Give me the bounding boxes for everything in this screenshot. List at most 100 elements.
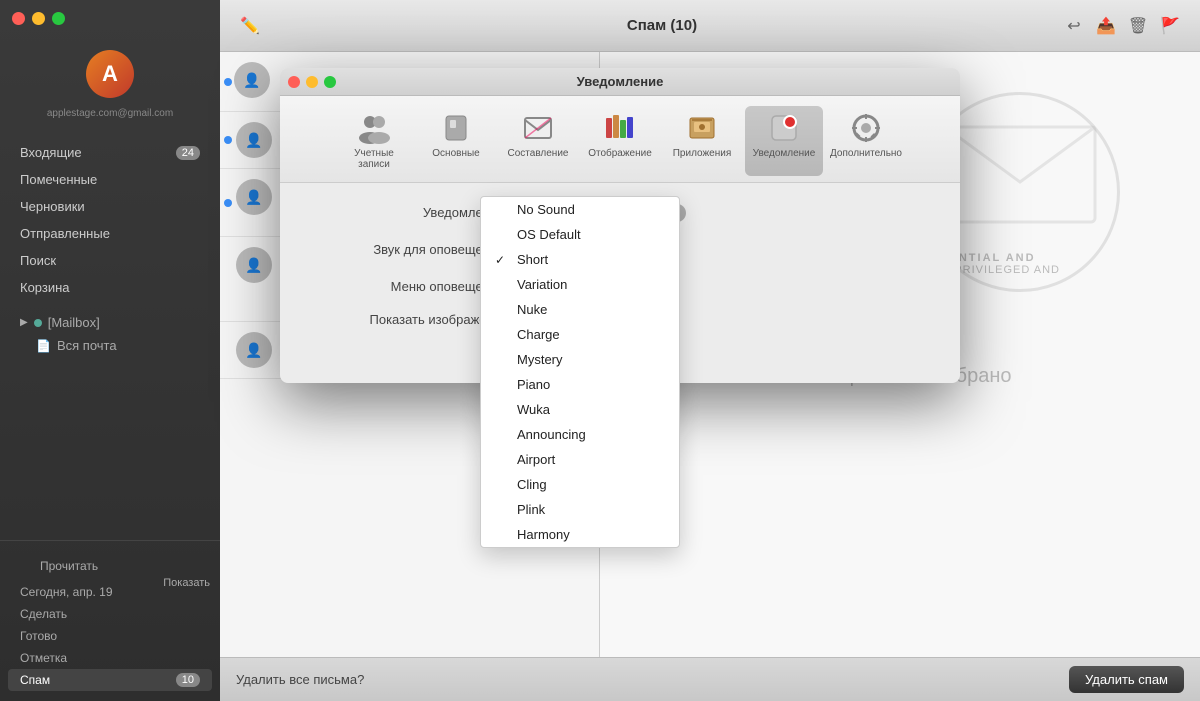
inbox-label: Входящие (20, 145, 82, 160)
tab-display[interactable]: Отображение (581, 106, 659, 176)
preferences-dialog: Уведомление Учетные записи (280, 68, 960, 383)
close-button[interactable] (12, 12, 25, 25)
delete-spam-button[interactable]: Удалить спам (1069, 666, 1184, 693)
prefs-toolbar: Учетные записи Основные Составление (280, 96, 960, 183)
dropdown-item-label: Wuka (517, 402, 550, 417)
dropdown-item-airport[interactable]: Airport (481, 447, 679, 472)
notifications-icon (768, 112, 800, 144)
mail-toolbar: ✏️ Спам (10) ↩ 📤 🗑 🚩 (220, 0, 1200, 52)
prefs-title: Уведомление (577, 74, 664, 89)
dropdown-item-wuka[interactable]: Wuka (481, 397, 679, 422)
make-item[interactable]: Сделать (0, 603, 220, 625)
tab-display-label: Отображение (588, 148, 652, 159)
dropdown-item-charge[interactable]: Charge (481, 322, 679, 347)
dropdown-item-label: Nuke (517, 302, 547, 317)
expand-arrow-icon: ▶ (20, 317, 28, 328)
ready-item[interactable]: Готово (0, 625, 220, 647)
compose-button[interactable]: ✏️ (236, 12, 264, 40)
dropdown-item-label: Variation (517, 277, 567, 292)
sidebar-item-sent[interactable]: Отправленные (0, 220, 220, 247)
tab-apps[interactable]: Приложения (663, 106, 741, 176)
email-avatar: 👤 (236, 179, 272, 215)
tab-compose[interactable]: Составление (499, 106, 577, 176)
dropdown-item-label: Mystery (517, 352, 563, 367)
show-link[interactable]: Показать (163, 577, 210, 589)
search-label: Поиск (20, 253, 56, 268)
sidebar-all-mail[interactable]: 📄 Вся почта (0, 334, 220, 357)
toolbar-left-buttons: ✏️ (236, 12, 264, 40)
dropdown-item-label: Cling (517, 477, 547, 492)
dropdown-item-short[interactable]: ✓ Short (481, 247, 679, 272)
apps-icon (686, 112, 718, 144)
inbox-badge: 24 (176, 146, 200, 160)
prefs-maximize-button[interactable] (324, 76, 336, 88)
flag-item[interactable]: Отметка (0, 647, 220, 669)
dropdown-item-mystery[interactable]: Mystery (481, 347, 679, 372)
dropdown-item-variation[interactable]: Variation (481, 272, 679, 297)
toolbar-right-buttons: ↩ 📤 🗑 🚩 (1060, 12, 1184, 40)
tab-general[interactable]: Основные (417, 106, 495, 176)
advanced-icon (850, 112, 882, 144)
check-mark-icon: ✓ (495, 253, 509, 267)
unread-dot (224, 199, 232, 207)
maximize-button[interactable] (52, 12, 65, 25)
prefs-minimize-button[interactable] (306, 76, 318, 88)
mailbox-label: [Mailbox] (48, 315, 100, 330)
main-window-traffic-lights (12, 12, 65, 25)
envelope-watermark (940, 112, 1100, 237)
unread-dot (224, 136, 232, 144)
minimize-button[interactable] (32, 12, 45, 25)
accounts-icon (358, 112, 390, 144)
sidebar-email: applestage.com@gmail.com (0, 108, 220, 119)
sidebar-item-inbox[interactable]: Входящие 24 (0, 139, 220, 166)
dropdown-item-label: Charge (517, 327, 560, 342)
sidebar-item-flagged[interactable]: Помеченные (0, 166, 220, 193)
general-icon (440, 112, 472, 144)
email-avatar: 👤 (236, 122, 272, 158)
sidebar-mailbox[interactable]: ▶ [Mailbox] (0, 311, 220, 334)
read-item[interactable]: Прочитать (20, 555, 200, 577)
dropdown-item-label: Short (517, 252, 548, 267)
archive-button[interactable]: 📤 (1092, 12, 1120, 40)
bottom-bar: Удалить все письма? Удалить спам (220, 657, 1200, 701)
drafts-label: Черновики (20, 199, 85, 214)
dropdown-item-label: No Sound (517, 202, 575, 217)
dropdown-item-plink[interactable]: Plink (481, 497, 679, 522)
dropdown-item-no-sound[interactable]: No Sound (481, 197, 679, 222)
mark-button[interactable]: 🚩 (1156, 12, 1184, 40)
sound-dropdown: No Sound OS Default ✓ Short Variation Nu… (480, 196, 680, 548)
sidebar-item-drafts[interactable]: Черновики (0, 193, 220, 220)
dropdown-item-label: OS Default (517, 227, 581, 242)
dropdown-item-label: Piano (517, 377, 550, 392)
prefs-traffic-lights (288, 76, 336, 88)
dropdown-item-nuke[interactable]: Nuke (481, 297, 679, 322)
sidebar-item-trash[interactable]: Корзина (0, 274, 220, 301)
dropdown-item-os-default[interactable]: OS Default (481, 222, 679, 247)
delete-button[interactable]: 🗑 (1124, 12, 1152, 40)
dropdown-item-cling[interactable]: Cling (481, 472, 679, 497)
sent-label: Отправленные (20, 226, 110, 241)
tab-compose-label: Составление (508, 148, 569, 159)
email-avatar: 👤 (234, 62, 270, 98)
reply-button[interactable]: ↩ (1060, 12, 1088, 40)
tab-general-label: Основные (432, 148, 479, 159)
dropdown-item-label: Plink (517, 502, 545, 517)
prefs-close-button[interactable] (288, 76, 300, 88)
dropdown-item-piano[interactable]: Piano (481, 372, 679, 397)
mailbox-bullet-icon (34, 319, 42, 327)
tab-advanced[interactable]: Дополнительно (827, 106, 905, 176)
spam-item[interactable]: Спам 10 (8, 669, 212, 691)
email-avatar: 👤 (236, 247, 272, 283)
delete-all-text: Удалить все письма? (236, 672, 364, 687)
sidebar-bottom: Прочитать Показать Сегодня, апр. 19 Сдел… (0, 540, 220, 701)
avatar: A (86, 50, 134, 98)
tab-accounts[interactable]: Учетные записи (335, 106, 413, 176)
compose-icon: ✏️ (240, 16, 260, 36)
dropdown-item-announcing[interactable]: Announcing (481, 422, 679, 447)
tab-advanced-label: Дополнительно (830, 148, 902, 159)
sidebar-item-search[interactable]: Поиск (0, 247, 220, 274)
all-mail-label: Вся почта (57, 338, 117, 353)
sidebar: A applestage.com@gmail.com Входящие 24 П… (0, 0, 220, 701)
dropdown-item-harmony[interactable]: Harmony (481, 522, 679, 547)
tab-notifications[interactable]: Уведомление (745, 106, 823, 176)
